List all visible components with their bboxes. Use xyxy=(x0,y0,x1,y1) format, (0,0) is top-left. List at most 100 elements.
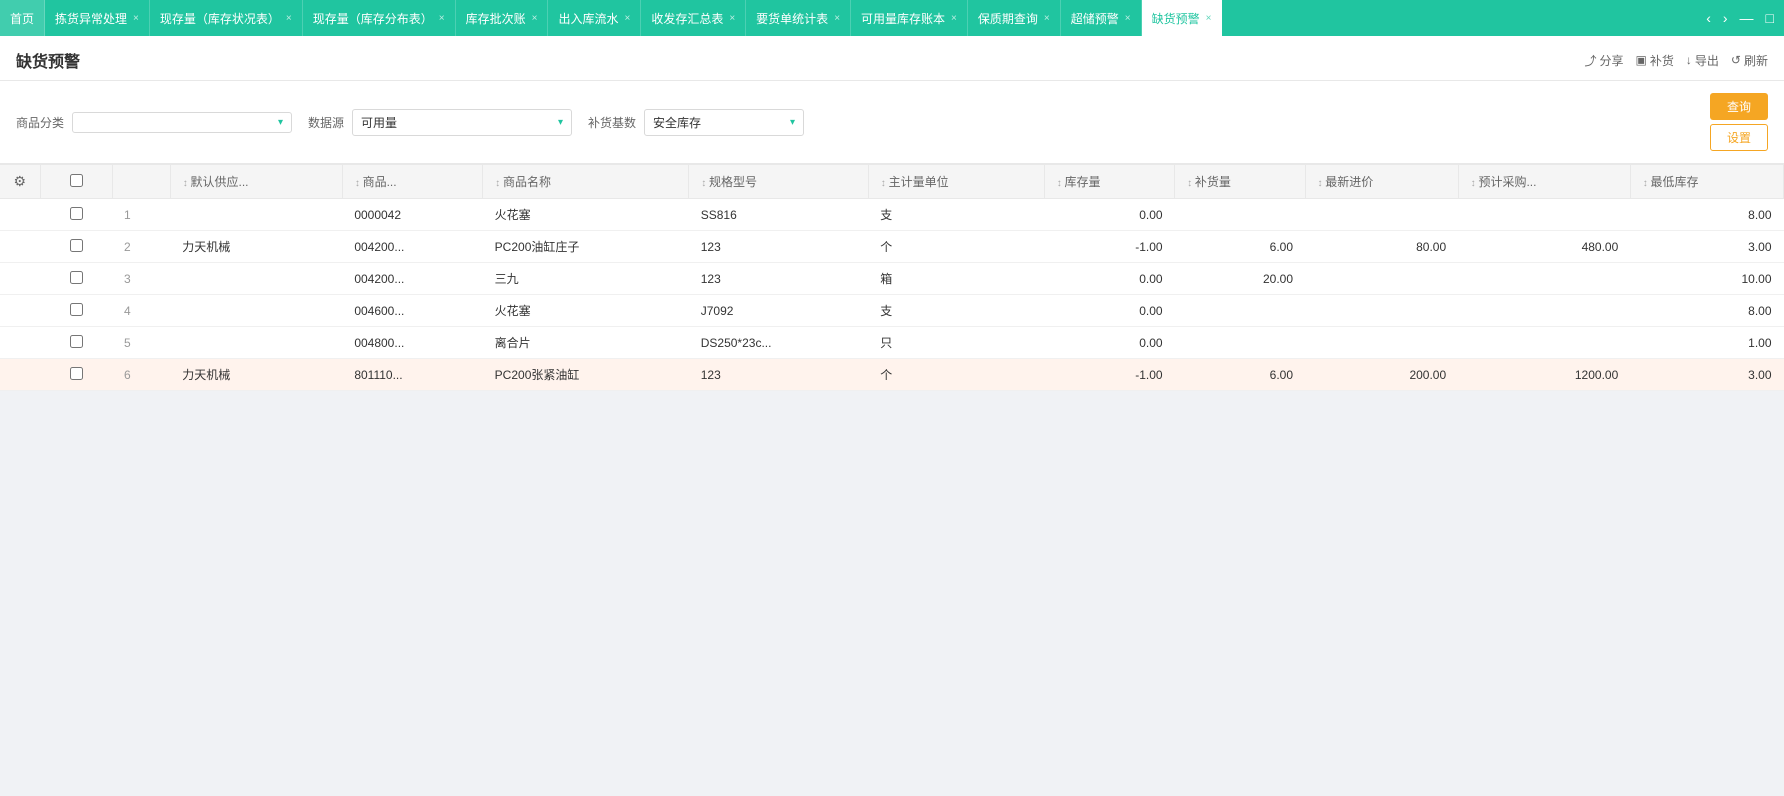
row-spec: DS250*23c... xyxy=(689,327,869,359)
tab-expiry-query[interactable]: 保质期查询 × xyxy=(968,0,1061,36)
row-min-stock: 10.00 xyxy=(1630,263,1783,295)
close-icon[interactable]: × xyxy=(1125,13,1131,24)
row-unit: 箱 xyxy=(868,263,1044,295)
th-stock[interactable]: 库存量 xyxy=(1044,165,1174,199)
row-checkbox[interactable] xyxy=(70,367,83,380)
table-header-row: ⚙ 默认供应... 商品... 商品名称 xyxy=(0,165,1784,199)
row-index: 1 xyxy=(112,199,170,231)
close-icon[interactable]: × xyxy=(532,13,538,24)
tab-receive-summary[interactable]: 收发存汇总表 × xyxy=(641,0,746,36)
close-icon[interactable]: × xyxy=(133,13,139,24)
close-icon[interactable]: × xyxy=(1044,13,1050,24)
row-checkbox-cell[interactable] xyxy=(40,231,112,263)
close-icon[interactable]: × xyxy=(286,13,292,24)
row-product-code: 004600... xyxy=(342,295,482,327)
export-icon: ↓ xyxy=(1686,53,1692,67)
replenish-dropdown-arrow: ▾ xyxy=(790,117,795,128)
tab-inventory-dist[interactable]: 现存量（库存分布表） × xyxy=(303,0,456,36)
refresh-icon: ↺ xyxy=(1731,53,1741,67)
tab-pick-exception[interactable]: 拣货异常处理 × xyxy=(45,0,150,36)
row-checkbox[interactable] xyxy=(70,271,83,284)
th-estimated-purchase[interactable]: 预计采购... xyxy=(1458,165,1630,199)
row-checkbox[interactable] xyxy=(70,303,83,316)
row-supplier xyxy=(170,199,342,231)
close-icon[interactable]: × xyxy=(439,13,445,24)
tab-batch-account[interactable]: 库存批次账 × xyxy=(456,0,549,36)
th-min-stock[interactable]: 最低库存 xyxy=(1630,165,1783,199)
tab-minimize-button[interactable]: — xyxy=(1734,10,1760,26)
row-checkbox[interactable] xyxy=(70,335,83,348)
filter-actions: 查询 设置 xyxy=(1710,93,1768,151)
row-checkbox[interactable] xyxy=(70,239,83,252)
row-gear-cell xyxy=(0,295,40,327)
close-icon[interactable]: × xyxy=(951,13,957,24)
row-stock: -1.00 xyxy=(1044,231,1174,263)
row-supplier xyxy=(170,295,342,327)
row-index: 4 xyxy=(112,295,170,327)
row-supplier: 力天机械 xyxy=(170,231,342,263)
th-supplier[interactable]: 默认供应... xyxy=(170,165,342,199)
row-checkbox-cell[interactable] xyxy=(40,295,112,327)
settings-button[interactable]: 设置 xyxy=(1710,124,1768,151)
tab-in-out-flow[interactable]: 出入库流水 × xyxy=(548,0,641,36)
row-replenish xyxy=(1175,199,1305,231)
row-product-name: PC200油缸庄子 xyxy=(483,231,689,263)
row-supplier xyxy=(170,263,342,295)
table-row: 3 004200... 三九 123 箱 0.00 20.00 10.00 xyxy=(0,263,1784,295)
row-checkbox-cell[interactable] xyxy=(40,199,112,231)
row-product-code: 004200... xyxy=(342,263,482,295)
tab-next-button[interactable]: › xyxy=(1717,10,1734,26)
row-spec: SS816 xyxy=(689,199,869,231)
th-unit[interactable]: 主计量单位 xyxy=(868,165,1044,199)
row-checkbox-cell[interactable] xyxy=(40,263,112,295)
category-select[interactable]: ▾ xyxy=(72,112,292,133)
datasource-select[interactable]: 可用量 ▾ xyxy=(352,109,572,136)
tab-prev-button[interactable]: ‹ xyxy=(1700,10,1717,26)
row-replenish: 6.00 xyxy=(1175,231,1305,263)
share-button[interactable]: ⤴ 分享 xyxy=(1585,52,1624,69)
th-latest-price[interactable]: 最新进价 xyxy=(1305,165,1458,199)
row-gear-cell xyxy=(0,199,40,231)
row-spec: 123 xyxy=(689,263,869,295)
row-checkbox-cell[interactable] xyxy=(40,327,112,359)
close-icon[interactable]: × xyxy=(1206,13,1212,24)
tab-overstock-warning[interactable]: 超储预警 × xyxy=(1061,0,1142,36)
replenish-select[interactable]: 安全库存 ▾ xyxy=(644,109,804,136)
tab-demand-stats[interactable]: 要货单统计表 × xyxy=(746,0,851,36)
close-icon[interactable]: × xyxy=(834,13,840,24)
row-supplier xyxy=(170,327,342,359)
query-button[interactable]: 查询 xyxy=(1710,93,1768,120)
replenish-label: 补货基数 xyxy=(588,114,636,131)
row-checkbox-cell[interactable] xyxy=(40,359,112,391)
gear-icon[interactable]: ⚙ xyxy=(13,173,26,189)
refresh-button[interactable]: ↺ 刷新 xyxy=(1731,52,1768,69)
table-row: 1 0000042 火花塞 SS816 支 0.00 8.00 xyxy=(0,199,1784,231)
th-product-code[interactable]: 商品... xyxy=(342,165,482,199)
tab-maximize-button[interactable]: □ xyxy=(1760,10,1780,26)
tab-available-ledger[interactable]: 可用量库存账本 × xyxy=(851,0,968,36)
th-checkbox[interactable] xyxy=(40,165,112,199)
th-spec[interactable]: 规格型号 xyxy=(689,165,869,199)
replenish-icon: ▣ xyxy=(1636,53,1647,67)
row-checkbox[interactable] xyxy=(70,207,83,220)
row-unit: 只 xyxy=(868,327,1044,359)
close-icon[interactable]: × xyxy=(624,13,630,24)
tab-home[interactable]: 首页 xyxy=(0,0,45,36)
datasource-label: 数据源 xyxy=(308,114,344,131)
select-all-checkbox[interactable] xyxy=(70,174,83,187)
datasource-dropdown-arrow: ▾ xyxy=(558,117,563,128)
replenish-value: 安全库存 xyxy=(653,114,701,131)
th-product-name[interactable]: 商品名称 xyxy=(483,165,689,199)
replenish-filter-group: 补货基数 安全库存 ▾ xyxy=(588,109,804,136)
category-dropdown-arrow: ▾ xyxy=(278,117,283,128)
th-settings[interactable]: ⚙ xyxy=(0,165,40,199)
tab-inventory-status[interactable]: 现存量（库存状况表） × xyxy=(150,0,303,36)
tab-shortage-warning[interactable]: 缺货预警 × xyxy=(1142,0,1223,36)
export-button[interactable]: ↓ 导出 xyxy=(1686,52,1719,69)
close-icon[interactable]: × xyxy=(729,13,735,24)
row-stock: 0.00 xyxy=(1044,327,1174,359)
replenish-button[interactable]: ▣ 补货 xyxy=(1636,52,1674,69)
row-latest-price: 200.00 xyxy=(1305,359,1458,391)
table-container: ⚙ 默认供应... 商品... 商品名称 xyxy=(0,164,1784,391)
th-replenish[interactable]: 补货量 xyxy=(1175,165,1305,199)
